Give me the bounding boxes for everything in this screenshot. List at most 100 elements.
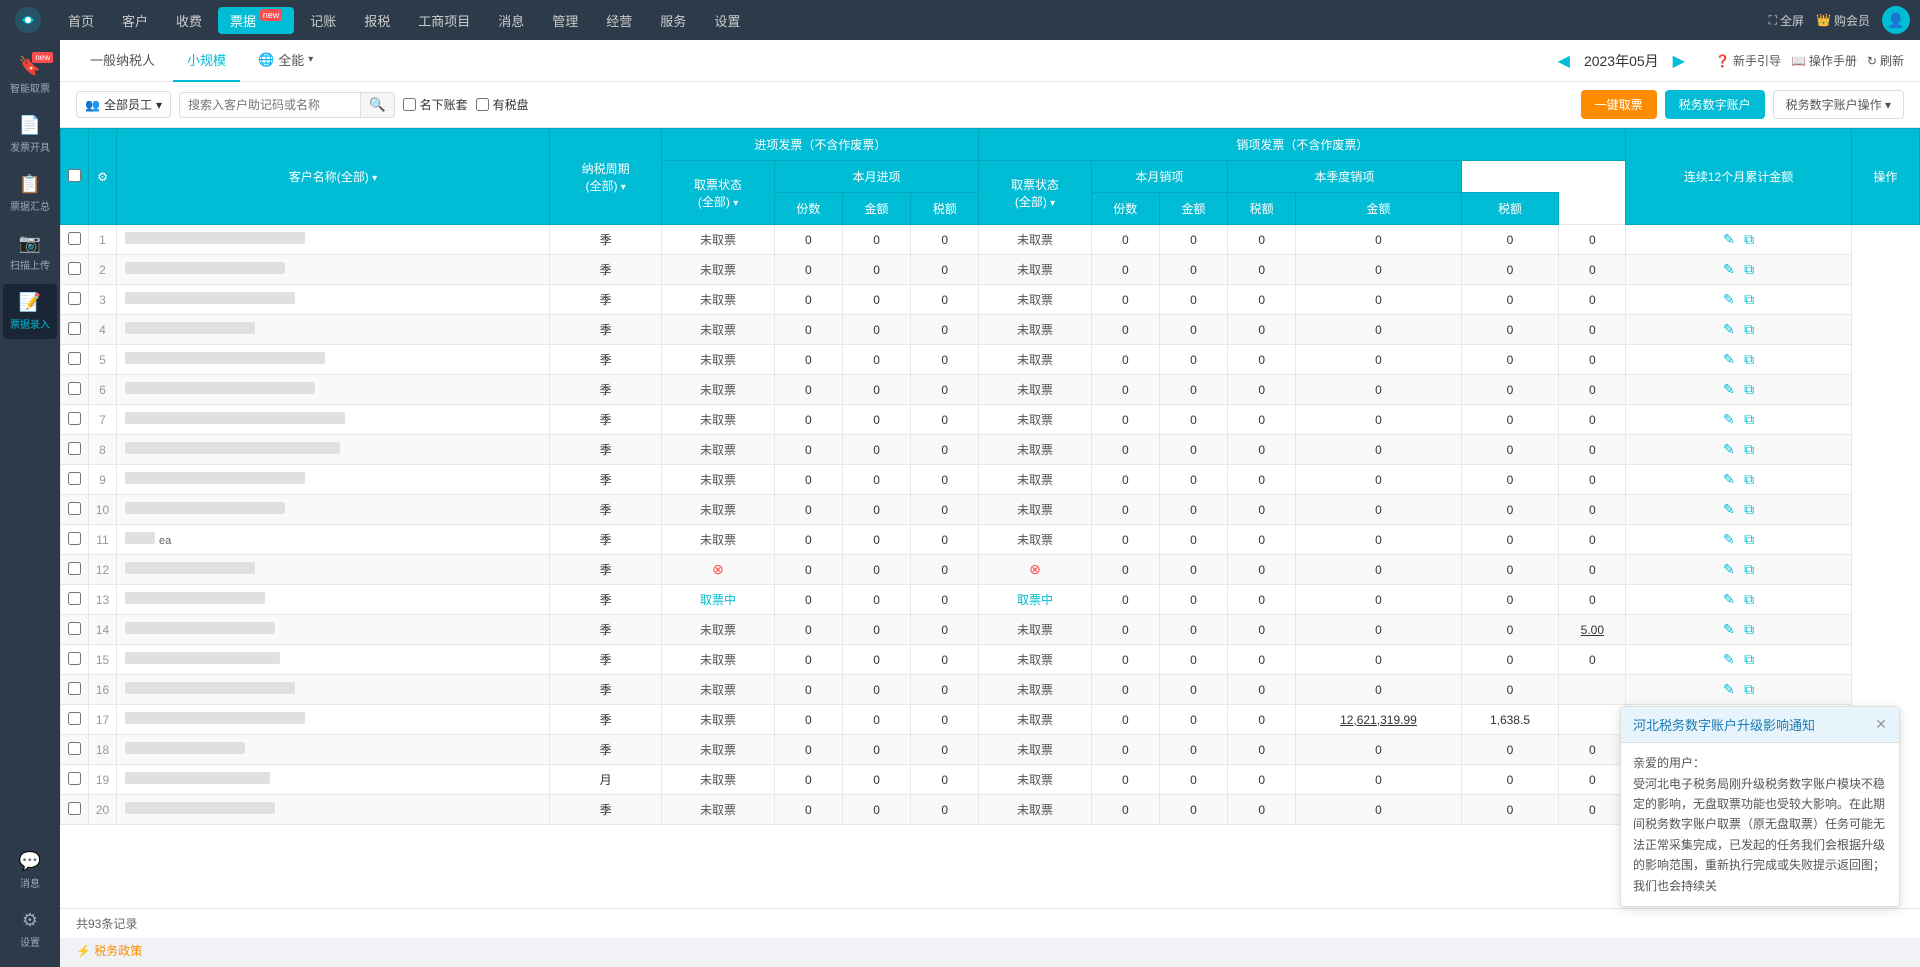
edit-btn[interactable]: ✎ (1720, 291, 1738, 307)
row-select-checkbox[interactable] (68, 472, 81, 485)
select-all-checkbox[interactable] (68, 169, 81, 182)
row-select-checkbox[interactable] (68, 262, 81, 275)
edit-btn[interactable]: ✎ (1720, 681, 1738, 697)
tax-policy-link[interactable]: ⚡ 税务政策 (60, 938, 1920, 967)
row-select-checkbox[interactable] (68, 412, 81, 425)
row-checkbox-cell[interactable] (61, 525, 89, 555)
in-status-cell[interactable]: 未取票 (662, 795, 774, 825)
row-select-checkbox[interactable] (68, 232, 81, 245)
out-status-cell[interactable]: 未取票 (979, 615, 1091, 645)
in-status-cell[interactable]: 未取票 (662, 405, 774, 435)
employee-filter[interactable]: 👥 全部员工 ▾ (76, 91, 171, 118)
edit-btn[interactable]: ✎ (1720, 561, 1738, 577)
out-status-cell[interactable]: 未取票 (979, 645, 1091, 675)
out-status-cell[interactable]: 未取票 (979, 735, 1091, 765)
customer-name-cell[interactable] (117, 615, 550, 645)
in-status-cell[interactable]: 未取票 (662, 615, 774, 645)
out-status-cell[interactable]: 未取票 (979, 285, 1091, 315)
search-input[interactable] (180, 94, 360, 116)
tax-disk-filter-checkbox[interactable]: 有税盘 (476, 96, 529, 113)
date-next-btn[interactable]: ▶ (1667, 49, 1691, 73)
out-status-cell[interactable]: 未取票 (979, 765, 1091, 795)
copy-btn[interactable]: ⧉ (1741, 231, 1757, 247)
out-status-cell[interactable]: 未取票 (979, 375, 1091, 405)
in-status-cell[interactable]: 未取票 (662, 465, 774, 495)
edit-btn[interactable]: ✎ (1720, 231, 1738, 247)
edit-btn[interactable]: ✎ (1720, 351, 1738, 367)
sidebar-item-config[interactable]: ⚙ 设置 (3, 902, 57, 957)
nav-settings[interactable]: 设置 (702, 7, 752, 34)
sidebar-item-invoice-summary[interactable]: 📋 票据汇总 (3, 166, 57, 221)
customer-name-cell[interactable] (117, 255, 550, 285)
row-checkbox-cell[interactable] (61, 765, 89, 795)
out-status-cell[interactable]: 未取票 (979, 705, 1091, 735)
row-select-checkbox[interactable] (68, 712, 81, 725)
settings-header[interactable]: ⚙ (89, 129, 117, 225)
customer-name-cell[interactable] (117, 675, 550, 705)
refresh-btn[interactable]: ↻ 刷新 (1867, 52, 1904, 69)
date-prev-btn[interactable]: ◀ (1552, 49, 1576, 73)
customer-name-cell[interactable] (117, 345, 550, 375)
outgoing-status-header[interactable]: 取票状态(全部) ▾ (979, 161, 1091, 225)
row-checkbox-cell[interactable] (61, 735, 89, 765)
edit-btn[interactable]: ✎ (1720, 591, 1738, 607)
row-checkbox-cell[interactable] (61, 375, 89, 405)
edit-btn[interactable]: ✎ (1720, 321, 1738, 337)
row-select-checkbox[interactable] (68, 352, 81, 365)
out-status-cell[interactable]: 未取票 (979, 435, 1091, 465)
row-select-checkbox[interactable] (68, 382, 81, 395)
out-status-cell[interactable]: 未取票 (979, 405, 1091, 435)
in-status-cell[interactable]: 未取票 (662, 525, 774, 555)
in-status-cell[interactable]: 未取票 (662, 255, 774, 285)
nav-home[interactable]: 首页 (56, 7, 106, 34)
nav-manage[interactable]: 管理 (540, 7, 590, 34)
in-status-cell[interactable]: 未取票 (662, 315, 774, 345)
row-checkbox-cell[interactable] (61, 495, 89, 525)
manual-btn[interactable]: 📖 操作手册 (1791, 52, 1857, 69)
tab-all[interactable]: 🌐 全能 ▾ (244, 40, 327, 82)
edit-btn[interactable]: ✎ (1720, 411, 1738, 427)
nav-invoice[interactable]: 票据 new (218, 7, 294, 34)
row-checkbox-cell[interactable] (61, 225, 89, 255)
out-status-cell[interactable]: ⊗ (979, 555, 1091, 585)
row-checkbox-cell[interactable] (61, 435, 89, 465)
in-status-cell[interactable]: 未取票 (662, 375, 774, 405)
digital-account-action-btn[interactable]: 税务数字账户操作 ▾ (1773, 90, 1904, 119)
account-checkbox-input[interactable] (403, 98, 416, 111)
edit-btn[interactable]: ✎ (1720, 381, 1738, 397)
copy-btn[interactable]: ⧉ (1741, 501, 1757, 517)
tax-disk-checkbox-input[interactable] (476, 98, 489, 111)
row-select-checkbox[interactable] (68, 292, 81, 305)
copy-btn[interactable]: ⧉ (1741, 321, 1757, 337)
tax-period-header[interactable]: 纳税周期(全部) ▾ (549, 129, 661, 225)
sidebar-item-smart-ticket[interactable]: new 🔖 智能取票 (3, 48, 57, 103)
one-click-ticket-btn[interactable]: 一键取票 (1581, 90, 1657, 119)
copy-btn[interactable]: ⧉ (1741, 651, 1757, 667)
digital-account-btn[interactable]: 税务数字账户 (1665, 90, 1765, 119)
row-select-checkbox[interactable] (68, 772, 81, 785)
row-checkbox-cell[interactable] (61, 555, 89, 585)
customer-name-header[interactable]: 客户名称(全部) ▾ (117, 129, 550, 225)
nav-tax[interactable]: 报税 (352, 7, 402, 34)
nav-clients[interactable]: 客户 (110, 7, 160, 34)
row-checkbox-cell[interactable] (61, 405, 89, 435)
nav-business[interactable]: 工商项目 (406, 7, 482, 34)
out-status-cell[interactable]: 未取票 (979, 345, 1091, 375)
copy-btn[interactable]: ⧉ (1741, 531, 1757, 547)
edit-btn[interactable]: ✎ (1720, 501, 1738, 517)
row-checkbox-cell[interactable] (61, 315, 89, 345)
row-select-checkbox[interactable] (68, 322, 81, 335)
copy-btn[interactable]: ⧉ (1741, 381, 1757, 397)
out-status-cell[interactable]: 未取票 (979, 255, 1091, 285)
customer-name-cell[interactable]: ea (117, 525, 550, 555)
row-select-checkbox[interactable] (68, 742, 81, 755)
row-select-checkbox[interactable] (68, 562, 81, 575)
app-logo[interactable] (10, 2, 46, 38)
customer-name-cell[interactable] (117, 735, 550, 765)
row-checkbox-cell[interactable] (61, 795, 89, 825)
copy-btn[interactable]: ⧉ (1741, 291, 1757, 307)
notification-close-btn[interactable]: ✕ (1875, 716, 1887, 733)
out-status-cell[interactable]: 未取票 (979, 795, 1091, 825)
customer-name-cell[interactable] (117, 435, 550, 465)
in-status-cell[interactable]: 未取票 (662, 765, 774, 795)
